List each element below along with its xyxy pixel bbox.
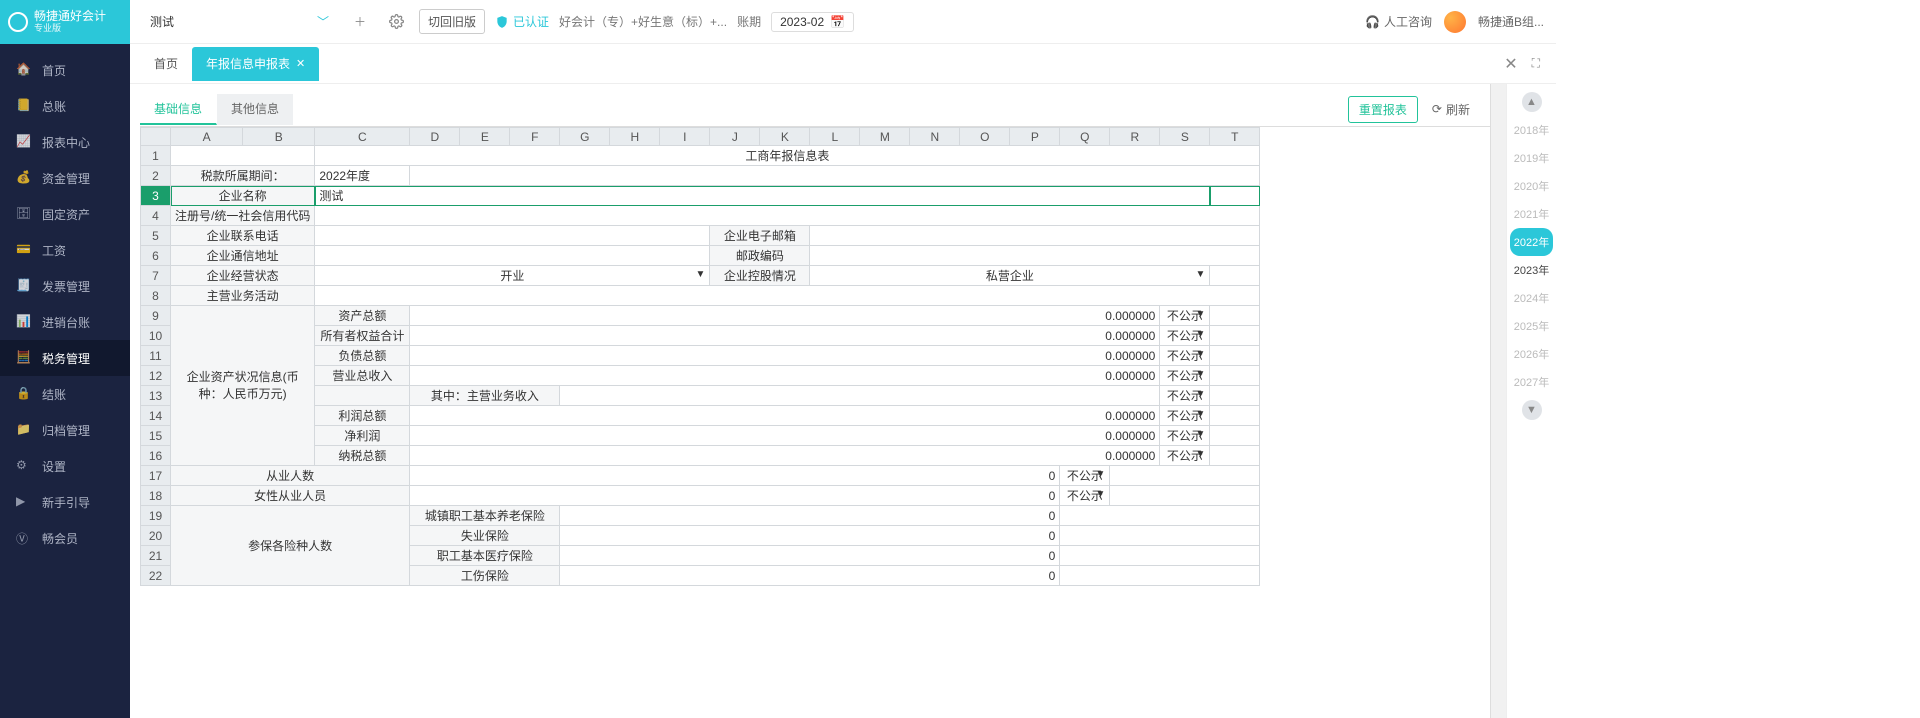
sidebar-item-9[interactable]: 🔒 结账 <box>0 376 130 412</box>
sidebar-item-label: 发票管理 <box>42 278 90 295</box>
sidebar-item-12[interactable]: ▶ 新手引导 <box>0 484 130 520</box>
nav-icon: 🔒 <box>16 386 32 402</box>
nav-icon: ▶ <box>16 494 32 510</box>
sidebar-item-label: 固定资产 <box>42 206 90 223</box>
page-tab-1[interactable]: 年报信息申报表✕ <box>192 47 319 81</box>
nav-icon: 🗄 <box>16 206 32 222</box>
reset-report-button[interactable]: 重置报表 <box>1348 96 1418 123</box>
sidebar-item-label: 总账 <box>42 98 66 115</box>
verified-badge: 已认证 <box>495 13 549 30</box>
sidebar-item-10[interactable]: 📁 归档管理 <box>0 412 130 448</box>
close-tab-icon[interactable]: ✕ <box>1496 54 1525 74</box>
logo-icon <box>8 12 28 32</box>
topbar: 测试 ﹀ ＋ 切回旧版 已认证 好会计（专）+好生意（标）+... 账期 202… <box>130 0 1556 44</box>
add-icon[interactable]: ＋ <box>347 9 373 35</box>
sub-tab-0[interactable]: 基础信息 <box>140 94 217 125</box>
year-down-icon[interactable]: ▼ <box>1522 400 1542 420</box>
year-2019年[interactable]: 2019年 <box>1510 144 1553 172</box>
sidebar-item-label: 首页 <box>42 62 66 79</box>
nav-icon: 📒 <box>16 98 32 114</box>
sidebar-item-2[interactable]: 📈 报表中心 <box>0 124 130 160</box>
sidebar-item-label: 设置 <box>42 458 66 475</box>
page-tabs: 首页年报信息申报表✕ ✕ ⛶ <box>130 44 1556 84</box>
year-2026年[interactable]: 2026年 <box>1510 340 1553 368</box>
nav-icon: 🧮 <box>16 350 32 366</box>
spreadsheet[interactable]: ABCDEFGHIJKLMNOPQRST1工商年报信息表2税款所属期间：2022… <box>140 126 1490 718</box>
headset-icon: 🎧 <box>1365 15 1380 29</box>
sidebar-item-label: 报表中心 <box>42 134 90 151</box>
nav-icon: Ⓥ <box>16 530 32 546</box>
sidebar-item-label: 归档管理 <box>42 422 90 439</box>
year-2021年[interactable]: 2021年 <box>1510 200 1553 228</box>
year-2025年[interactable]: 2025年 <box>1510 312 1553 340</box>
sidebar-item-label: 进销台账 <box>42 314 90 331</box>
sidebar-item-label: 工资 <box>42 242 66 259</box>
nav-icon: ⚙ <box>16 458 32 474</box>
brand-edition: 专业版 <box>34 24 106 34</box>
nav-icon: 💰 <box>16 170 32 186</box>
brand-name: 畅捷通好会计 <box>34 10 106 23</box>
year-2022年[interactable]: 2022年 <box>1510 228 1553 256</box>
sidebar-item-label: 畅会员 <box>42 530 78 547</box>
logo: 畅捷通好会计 专业版 <box>0 0 130 44</box>
period-select[interactable]: 2023-02 📅 <box>771 12 854 32</box>
refresh-icon: ⟳ <box>1432 102 1442 116</box>
sidebar-item-label: 税务管理 <box>42 350 90 367</box>
fullscreen-icon[interactable]: ⛶ <box>1526 56 1546 71</box>
sub-tab-1[interactable]: 其他信息 <box>217 94 294 125</box>
gear-icon[interactable] <box>383 9 409 35</box>
avatar[interactable] <box>1444 11 1466 33</box>
sidebar-item-label: 结账 <box>42 386 66 403</box>
sidebar-item-11[interactable]: ⚙ 设置 <box>0 448 130 484</box>
period-label: 账期 <box>737 13 761 30</box>
year-2020年[interactable]: 2020年 <box>1510 172 1553 200</box>
year-2018年[interactable]: 2018年 <box>1510 116 1553 144</box>
sidebar-item-label: 新手引导 <box>42 494 90 511</box>
year-up-icon[interactable]: ▲ <box>1522 92 1542 112</box>
nav-icon: 🧾 <box>16 278 32 294</box>
tab-close-icon[interactable]: ✕ <box>296 57 305 70</box>
nav-icon: 💳 <box>16 242 32 258</box>
plan-text: 好会计（专）+好生意（标）+... <box>559 13 727 30</box>
switch-old-button[interactable]: 切回旧版 <box>419 9 485 34</box>
year-2024年[interactable]: 2024年 <box>1510 284 1553 312</box>
page-tab-0[interactable]: 首页 <box>140 44 192 84</box>
year-2027年[interactable]: 2027年 <box>1510 368 1553 396</box>
sidebar-item-0[interactable]: 🏠 首页 <box>0 52 130 88</box>
scrollbar-vertical[interactable] <box>1490 84 1506 718</box>
company-select[interactable]: 测试 ﹀ <box>142 8 337 36</box>
sidebar-item-3[interactable]: 💰 资金管理 <box>0 160 130 196</box>
year-rail: ▲ 2018年2019年2020年2021年2022年2023年2024年202… <box>1506 84 1556 718</box>
sidebar-item-1[interactable]: 📒 总账 <box>0 88 130 124</box>
shield-icon <box>495 15 509 29</box>
company-name: 测试 <box>150 13 174 30</box>
sidebar-item-7[interactable]: 📊 进销台账 <box>0 304 130 340</box>
nav-icon: 🏠 <box>16 62 32 78</box>
sidebar-item-6[interactable]: 🧾 发票管理 <box>0 268 130 304</box>
nav-icon: 📁 <box>16 422 32 438</box>
calendar-icon: 📅 <box>830 15 845 29</box>
sidebar-item-8[interactable]: 🧮 税务管理 <box>0 340 130 376</box>
sidebar-item-5[interactable]: 💳 工资 <box>0 232 130 268</box>
nav-icon: 📈 <box>16 134 32 150</box>
refresh-button[interactable]: ⟳ 刷新 <box>1432 101 1470 118</box>
sidebar-item-label: 资金管理 <box>42 170 90 187</box>
sidebar: 畅捷通好会计 专业版 🏠 首页 📒 总账 📈 报表中心 💰 资金管理 🗄 固定资产 💳 工资 🧾 发票管理… <box>0 0 130 718</box>
support-link[interactable]: 🎧 人工咨询 <box>1365 13 1432 30</box>
chevron-down-icon: ﹀ <box>317 13 329 30</box>
nav-icon: 📊 <box>16 314 32 330</box>
sidebar-item-13[interactable]: Ⓥ 畅会员 <box>0 520 130 556</box>
user-name: 畅捷通B组... <box>1478 13 1544 30</box>
sidebar-item-4[interactable]: 🗄 固定资产 <box>0 196 130 232</box>
year-2023年[interactable]: 2023年 <box>1510 256 1553 284</box>
